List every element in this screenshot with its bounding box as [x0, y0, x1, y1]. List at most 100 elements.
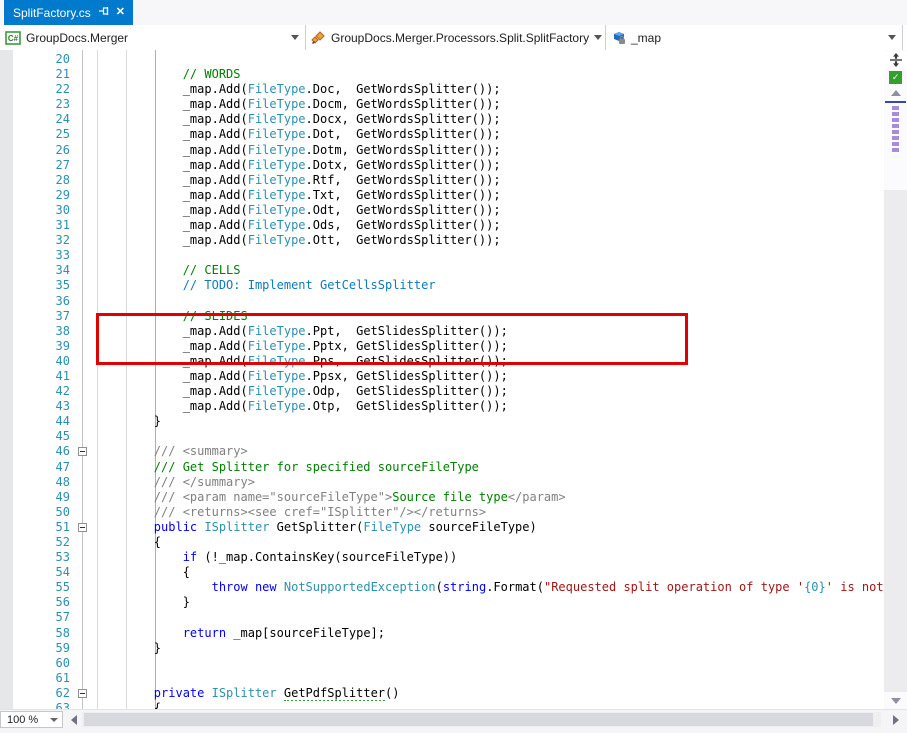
code-line[interactable]: 41 _map.Add(FileType.Ppsx, GetSlidesSpli… — [0, 369, 884, 384]
code-text[interactable] — [96, 52, 884, 67]
scroll-left-icon[interactable] — [71, 715, 77, 725]
code-line[interactable]: 23 _map.Add(FileType.Docm, GetWordsSplit… — [0, 97, 884, 112]
scroll-down-icon[interactable] — [891, 698, 901, 704]
code-line[interactable]: 44 } — [0, 414, 884, 429]
code-line[interactable]: 39 _map.Add(FileType.Pptx, GetSlidesSpli… — [0, 339, 884, 354]
code-line[interactable]: 21 // WORDS — [0, 67, 884, 82]
code-text[interactable] — [96, 429, 884, 444]
code-text[interactable] — [96, 610, 884, 625]
code-line[interactable]: 48 /// </summary> — [0, 475, 884, 490]
code-text[interactable]: _map.Add(FileType.Rtf, GetWordsSplitter(… — [96, 173, 884, 188]
code-text[interactable]: _map.Add(FileType.Dot, GetWordsSplitter(… — [96, 127, 884, 142]
close-icon[interactable]: ✕ — [116, 7, 125, 18]
member-dropdown[interactable]: _map — [606, 25, 903, 50]
code-text[interactable]: /// </summary> — [96, 475, 884, 490]
code-text[interactable]: _map.Add(FileType.Odp, GetSlidesSplitter… — [96, 384, 884, 399]
code-line[interactable]: 33 — [0, 248, 884, 263]
fold-toggle[interactable] — [78, 522, 87, 532]
code-line[interactable]: 53 if (!_map.ContainsKey(sourceFileType)… — [0, 550, 884, 565]
code-line[interactable]: 27 _map.Add(FileType.Dotx, GetWordsSplit… — [0, 158, 884, 173]
code-line[interactable]: 61 — [0, 671, 884, 686]
code-line[interactable]: 22 _map.Add(FileType.Doc, GetWordsSplitt… — [0, 82, 884, 97]
code-text[interactable] — [96, 656, 884, 671]
code-line[interactable]: 47 /// Get Splitter for specified source… — [0, 460, 884, 475]
code-text[interactable] — [96, 671, 884, 686]
code-text[interactable]: _map.Add(FileType.Docm, GetWordsSplitter… — [96, 97, 884, 112]
code-text[interactable]: /// <summary> — [96, 444, 884, 459]
code-line[interactable]: 29 _map.Add(FileType.Txt, GetWordsSplitt… — [0, 188, 884, 203]
horizontal-scrollbar-track[interactable] — [82, 712, 881, 727]
scroll-up-icon[interactable] — [891, 90, 901, 96]
fold-toggle[interactable] — [78, 447, 87, 457]
code-line[interactable]: 38 _map.Add(FileType.Ppt, GetSlidesSplit… — [0, 324, 884, 339]
tab-splitfactory[interactable]: SplitFactory.cs ✕ — [4, 0, 134, 25]
code-text[interactable] — [96, 294, 884, 309]
zoom-level-select[interactable]: 100 % — [0, 711, 63, 728]
code-line[interactable]: 62 private ISplitter GetPdfSplitter() — [0, 685, 884, 702]
code-text[interactable]: _map.Add(FileType.Otp, GetSlidesSplitter… — [96, 399, 884, 414]
code-line[interactable]: 36 — [0, 294, 884, 309]
type-dropdown[interactable]: GroupDocs.Merger.Processors.Split.SplitF… — [306, 25, 606, 50]
code-text[interactable]: /// Get Splitter for specified sourceFil… — [96, 460, 884, 475]
code-text[interactable]: _map.Add(FileType.Txt, GetWordsSplitter(… — [96, 188, 884, 203]
code-text[interactable]: /// <returns><see cref="ISplitter"/></re… — [96, 505, 884, 520]
code-text[interactable] — [96, 248, 884, 263]
code-line[interactable]: 42 _map.Add(FileType.Odp, GetSlidesSplit… — [0, 384, 884, 399]
code-line[interactable]: 46 /// <summary> — [0, 444, 884, 459]
code-text[interactable]: /// <param name="sourceFileType">Source … — [96, 490, 884, 505]
code-text[interactable]: } — [96, 414, 884, 429]
code-line[interactable]: 20 — [0, 52, 884, 67]
code-line[interactable]: 32 _map.Add(FileType.Ott, GetWordsSplitt… — [0, 233, 884, 248]
code-text[interactable]: _map.Add(FileType.Docx, GetWordsSplitter… — [96, 112, 884, 127]
code-line[interactable]: 60 — [0, 656, 884, 671]
code-editor[interactable]: 20 21 // WORDS 22 _map.Add(FileType.Doc, G… — [0, 50, 907, 710]
code-line[interactable]: 57 — [0, 610, 884, 625]
health-check-icon[interactable]: ✓ — [889, 71, 902, 84]
code-line[interactable]: 37 // SLIDES — [0, 309, 884, 324]
code-line[interactable]: 50 /// <returns><see cref="ISplitter"/><… — [0, 505, 884, 520]
code-text[interactable]: return _map[sourceFileType]; — [96, 626, 884, 641]
code-text[interactable]: _map.Add(FileType.Ods, GetWordsSplitter(… — [96, 218, 884, 233]
code-line[interactable]: 35 // TODO: Implement GetCellsSplitter — [0, 278, 884, 293]
code-text[interactable]: throw new NotSupportedException(string.F… — [96, 580, 884, 595]
code-line[interactable]: 58 return _map[sourceFileType]; — [0, 626, 884, 641]
code-text[interactable]: _map.Add(FileType.Odt, GetWordsSplitter(… — [96, 203, 884, 218]
code-line[interactable]: 56 } — [0, 595, 884, 610]
code-line[interactable]: 30 _map.Add(FileType.Odt, GetWordsSplitt… — [0, 203, 884, 218]
fold-toggle[interactable] — [78, 688, 87, 698]
code-text[interactable]: // WORDS — [96, 67, 884, 82]
splitter-grip-icon[interactable] — [884, 51, 907, 69]
code-line[interactable]: 51 public ISplitter GetSplitter(FileType… — [0, 520, 884, 535]
code-text[interactable]: _map.Add(FileType.Pptx, GetSlidesSplitte… — [96, 339, 884, 354]
code-line[interactable]: 45 — [0, 429, 884, 444]
code-text[interactable]: // TODO: Implement GetCellsSplitter — [96, 278, 884, 293]
vertical-scrollbar-track[interactable] — [884, 190, 907, 692]
code-text[interactable]: _map.Add(FileType.Ppsx, GetSlidesSplitte… — [96, 369, 884, 384]
code-text[interactable]: _map.Add(FileType.Doc, GetWordsSplitter(… — [96, 82, 884, 97]
code-line[interactable]: 31 _map.Add(FileType.Ods, GetWordsSplitt… — [0, 218, 884, 233]
code-line[interactable]: 24 _map.Add(FileType.Docx, GetWordsSplit… — [0, 112, 884, 127]
code-text[interactable]: _map.Add(FileType.Dotx, GetWordsSplitter… — [96, 158, 884, 173]
code-line[interactable]: 59 } — [0, 641, 884, 656]
code-text[interactable]: private ISplitter GetPdfSplitter() — [96, 685, 884, 702]
code-text[interactable]: _map.Add(FileType.Ppt, GetSlidesSplitter… — [96, 324, 884, 339]
code-rows[interactable]: 20 21 // WORDS 22 _map.Add(FileType.Doc, G… — [0, 52, 884, 710]
code-line[interactable]: 28 _map.Add(FileType.Rtf, GetWordsSplitt… — [0, 173, 884, 188]
code-line[interactable]: 52 { — [0, 535, 884, 550]
code-text[interactable]: _map.Add(FileType.Pps, GetSlidesSplitter… — [96, 354, 884, 369]
code-line[interactable]: 40 _map.Add(FileType.Pps, GetSlidesSplit… — [0, 354, 884, 369]
code-text[interactable]: } — [96, 641, 884, 656]
code-line[interactable]: 49 /// <param name="sourceFileType">Sour… — [0, 490, 884, 505]
code-line[interactable]: 34 // CELLS — [0, 263, 884, 278]
code-text[interactable]: { — [96, 535, 884, 550]
horizontal-scrollbar-thumb[interactable] — [84, 713, 873, 726]
pin-icon[interactable] — [98, 7, 109, 18]
code-line[interactable]: 26 _map.Add(FileType.Dotm, GetWordsSplit… — [0, 143, 884, 158]
code-text[interactable]: public ISplitter GetSplitter(FileType so… — [96, 520, 884, 535]
vertical-scrollbar[interactable]: ✓ — [884, 50, 907, 710]
project-dropdown[interactable]: C# GroupDocs.Merger — [0, 25, 306, 50]
code-text[interactable]: // SLIDES — [96, 309, 884, 324]
code-line[interactable]: 55 throw new NotSupportedException(strin… — [0, 580, 884, 595]
code-line[interactable]: 43 _map.Add(FileType.Otp, GetSlidesSplit… — [0, 399, 884, 414]
code-line[interactable]: 54 { — [0, 565, 884, 580]
